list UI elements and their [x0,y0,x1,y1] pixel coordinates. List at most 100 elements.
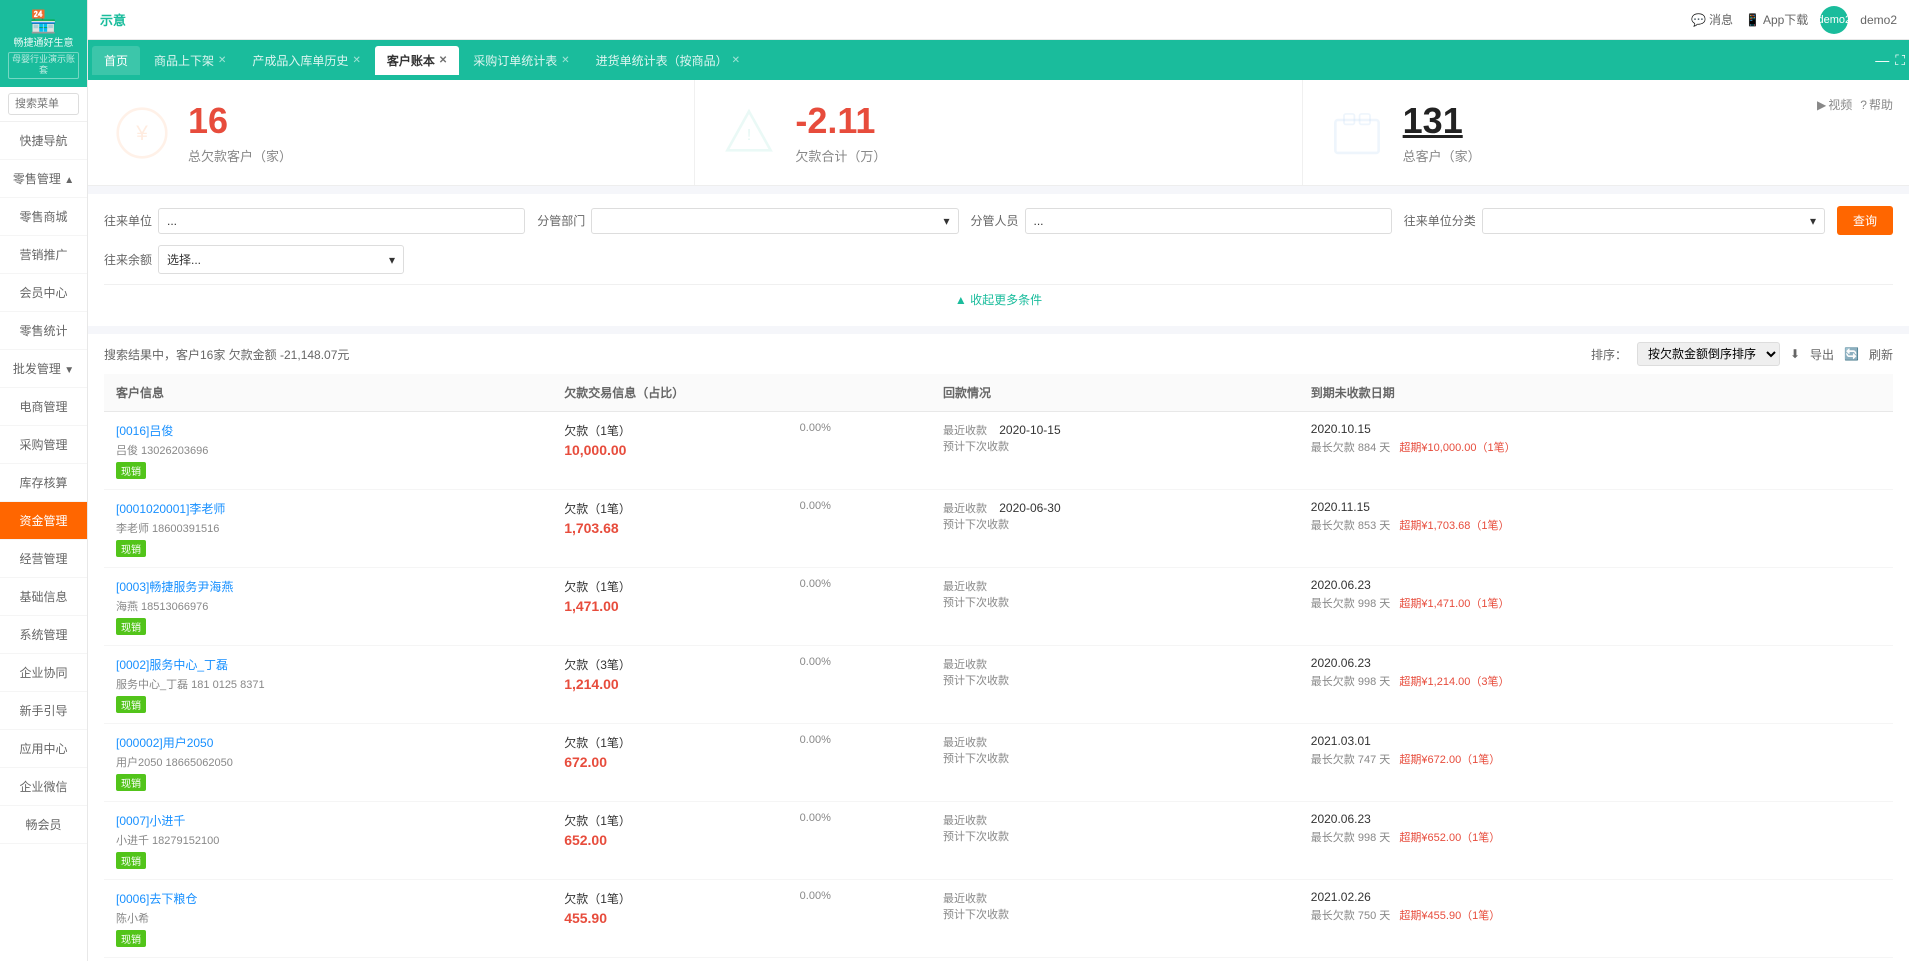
help-btn[interactable]: ? 帮助 [1860,96,1893,113]
debt-count-0: 欠款（1笔） [564,422,775,439]
collapse-filters-btn[interactable]: ▲ 收起更多条件 [104,284,1893,314]
tab-home-label: 首页 [104,52,128,69]
customer-name-1[interactable]: [0001020001]李老师 [116,500,540,517]
due-date-4: 2021.03.01 [1311,734,1881,748]
customer-tag-5: 现销 [116,852,146,869]
debt-count-1: 欠款（1笔） [564,500,775,517]
overdue-link-2[interactable]: 超期¥1,471.00（1笔） [1399,598,1509,610]
cell-due-date-0: 2020.10.15 最长欠款 884 天 超期¥10,000.00（1笔） [1299,412,1893,490]
cell-customer-1: [0001020001]李老师 李老师 18600391516 现销 [104,490,552,568]
video-btn[interactable]: ▶ 视频 [1817,96,1852,113]
sidebar-item-corp-wechat[interactable]: 企业微信 [0,768,87,806]
sidebar-item-operation[interactable]: 经营管理 [0,540,87,578]
sidebar-item-quick-nav[interactable]: 快捷导航 [0,122,87,160]
sidebar-item-purchase[interactable]: 采购管理 [0,426,87,464]
customer-name-2[interactable]: [0003]畅捷服务尹海燕 [116,578,540,595]
sidebar-item-finance[interactable]: 资金管理 [0,502,87,540]
customer-name-4[interactable]: [000002]用户2050 [116,734,540,751]
results-actions: 排序： 按欠款金额倒序排序 ⬇ 导出 🔄 刷新 [1591,342,1893,366]
close-icon[interactable]: ✕ [352,55,360,66]
recover-label-4: 最近收款 [943,734,1287,750]
cell-recovery-7: 最近收款 预计下次收款 [931,958,1299,961]
collapse-icon: ▲ [955,293,967,307]
close-icon[interactable]: ✕ [732,55,740,66]
customer-phone-0: 吕俊 13026203696 [116,442,540,458]
unit-category-select[interactable]: ▾ [1482,208,1825,234]
dept-filter: 分管部门 ▾ [537,208,958,234]
sidebar-item-newbie[interactable]: 新手引导 [0,692,87,730]
balance-select[interactable]: 选择... ▾ [158,245,404,274]
tab-product-history-label: 产成品入库单历史 [252,52,348,69]
search-input[interactable] [8,93,79,115]
balance-placeholder: 选择... [167,251,201,268]
cell-debt-count-1: 欠款（1笔） 1,703.68 [552,490,787,568]
debt-ratio-1: 0.00% [800,500,919,512]
debt-ratio-2: 0.00% [800,578,919,590]
sidebar-item-retail-mgmt[interactable]: 零售管理 ▲ [0,160,87,198]
cell-debt-count-7: 欠款（1笔） 429.00 [552,958,787,961]
recover-next-5: 预计下次收款 [943,828,1287,844]
table-header-row: 客户信息 欠款交易信息（占比） 回款情况 到期未收款日期 [104,374,1893,412]
user-avatar[interactable]: demo2 [1820,6,1848,34]
sidebar-item-app-center[interactable]: 应用中心 [0,730,87,768]
app-download-btn[interactable]: 📱 App下载 [1745,11,1808,28]
debtors-label: 总欠款客户（家） [188,146,292,165]
sidebar-item-inventory[interactable]: 库存核算 [0,464,87,502]
customer-phone-4: 用户2050 18665062050 [116,754,540,770]
sidebar-item-sys-mgmt[interactable]: 系统管理 [0,616,87,654]
sidebar-item-vip[interactable]: 畅会员 [0,806,87,844]
overdue-days-5: 最长欠款 998 天 超期¥652.00（1笔） [1311,829,1881,845]
overdue-link-3[interactable]: 超期¥1,214.00（3笔） [1399,676,1509,688]
tab-product-history[interactable]: 产成品入库单历史 ✕ [240,46,372,75]
sidebar-item-retail-store[interactable]: 零售商城 [0,198,87,236]
overdue-link-1[interactable]: 超期¥1,703.68（1笔） [1399,520,1509,532]
tab-product-shelf[interactable]: 商品上下架 ✕ [142,46,238,75]
source-unit-input[interactable]: ... [158,208,525,234]
sidebar-item-marketing[interactable]: 营销推广 [0,236,87,274]
manager-input[interactable]: ... [1025,208,1392,234]
close-icon[interactable]: ✕ [439,55,447,66]
export-icon: ⬇ [1790,347,1800,361]
fullscreen-icon[interactable]: ⛶ [1895,52,1905,69]
results-area: 搜索结果中，客户16家 欠款金额 -21,148.07元 排序： 按欠款金额倒序… [88,334,1909,961]
recover-next-2: 预计下次收款 [943,594,1287,610]
customer-name-0[interactable]: [0016]吕俊 [116,422,540,439]
cell-recovery-3: 最近收款 预计下次收款 [931,646,1299,724]
dept-select[interactable]: ▾ [591,208,958,234]
sidebar-item-member[interactable]: 会员中心 [0,274,87,312]
sidebar-item-ecommerce[interactable]: 电商管理 [0,388,87,426]
tab-purchase-stats[interactable]: 进货单统计表（按商品） ✕ [584,46,752,75]
debt-amount-2: 1,471.00 [564,598,775,614]
close-icon[interactable]: ✕ [218,55,226,66]
close-icon[interactable]: ✕ [561,55,569,66]
message-btn[interactable]: 💬 消息 [1691,11,1733,28]
stats-top-actions: ▶ 视频 ? 帮助 [1817,96,1893,113]
sidebar-item-retail-stats[interactable]: 零售统计 [0,312,87,350]
export-btn[interactable]: 导出 [1810,346,1834,363]
sidebar-item-enterprise[interactable]: 企业协同 [0,654,87,692]
username-label: demo2 [1860,13,1897,27]
cell-due-date-1: 2020.11.15 最长欠款 853 天 超期¥1,703.68（1笔） [1299,490,1893,568]
tab-home[interactable]: 首页 [92,46,140,75]
app-subtitle: 母婴行业演示账套 [8,52,79,79]
customer-name-3[interactable]: [0002]服务中心_丁磊 [116,656,540,673]
overdue-link-0[interactable]: 超期¥10,000.00（1笔） [1399,442,1515,454]
overdue-link-6[interactable]: 超期¥455.90（1笔） [1399,910,1500,922]
debt-amount-5: 652.00 [564,832,775,848]
tab-customer-account[interactable]: 客户账本 ✕ [375,46,459,75]
collapse-tabs-icon[interactable]: — [1875,52,1889,69]
customer-name-6[interactable]: [0006]去下粮仓 [116,890,540,907]
debt-ratio-0: 0.00% [800,422,919,434]
search-button[interactable]: 查询 [1837,206,1893,235]
help-icon: ? [1860,98,1867,112]
manager-filter: 分管人员 ... [971,208,1392,234]
sidebar-item-basic-info[interactable]: 基础信息 [0,578,87,616]
customer-name-5[interactable]: [0007]小进千 [116,812,540,829]
sidebar-item-batch-mgmt[interactable]: 批发管理 ▼ [0,350,87,388]
tab-purchase-order[interactable]: 采购订单统计表 ✕ [461,46,581,75]
refresh-btn[interactable]: 刷新 [1869,346,1893,363]
sort-select[interactable]: 按欠款金额倒序排序 [1637,342,1780,366]
overdue-link-4[interactable]: 超期¥672.00（1笔） [1399,754,1500,766]
source-unit-dots: ... [167,214,177,228]
overdue-link-5[interactable]: 超期¥652.00（1笔） [1399,832,1500,844]
